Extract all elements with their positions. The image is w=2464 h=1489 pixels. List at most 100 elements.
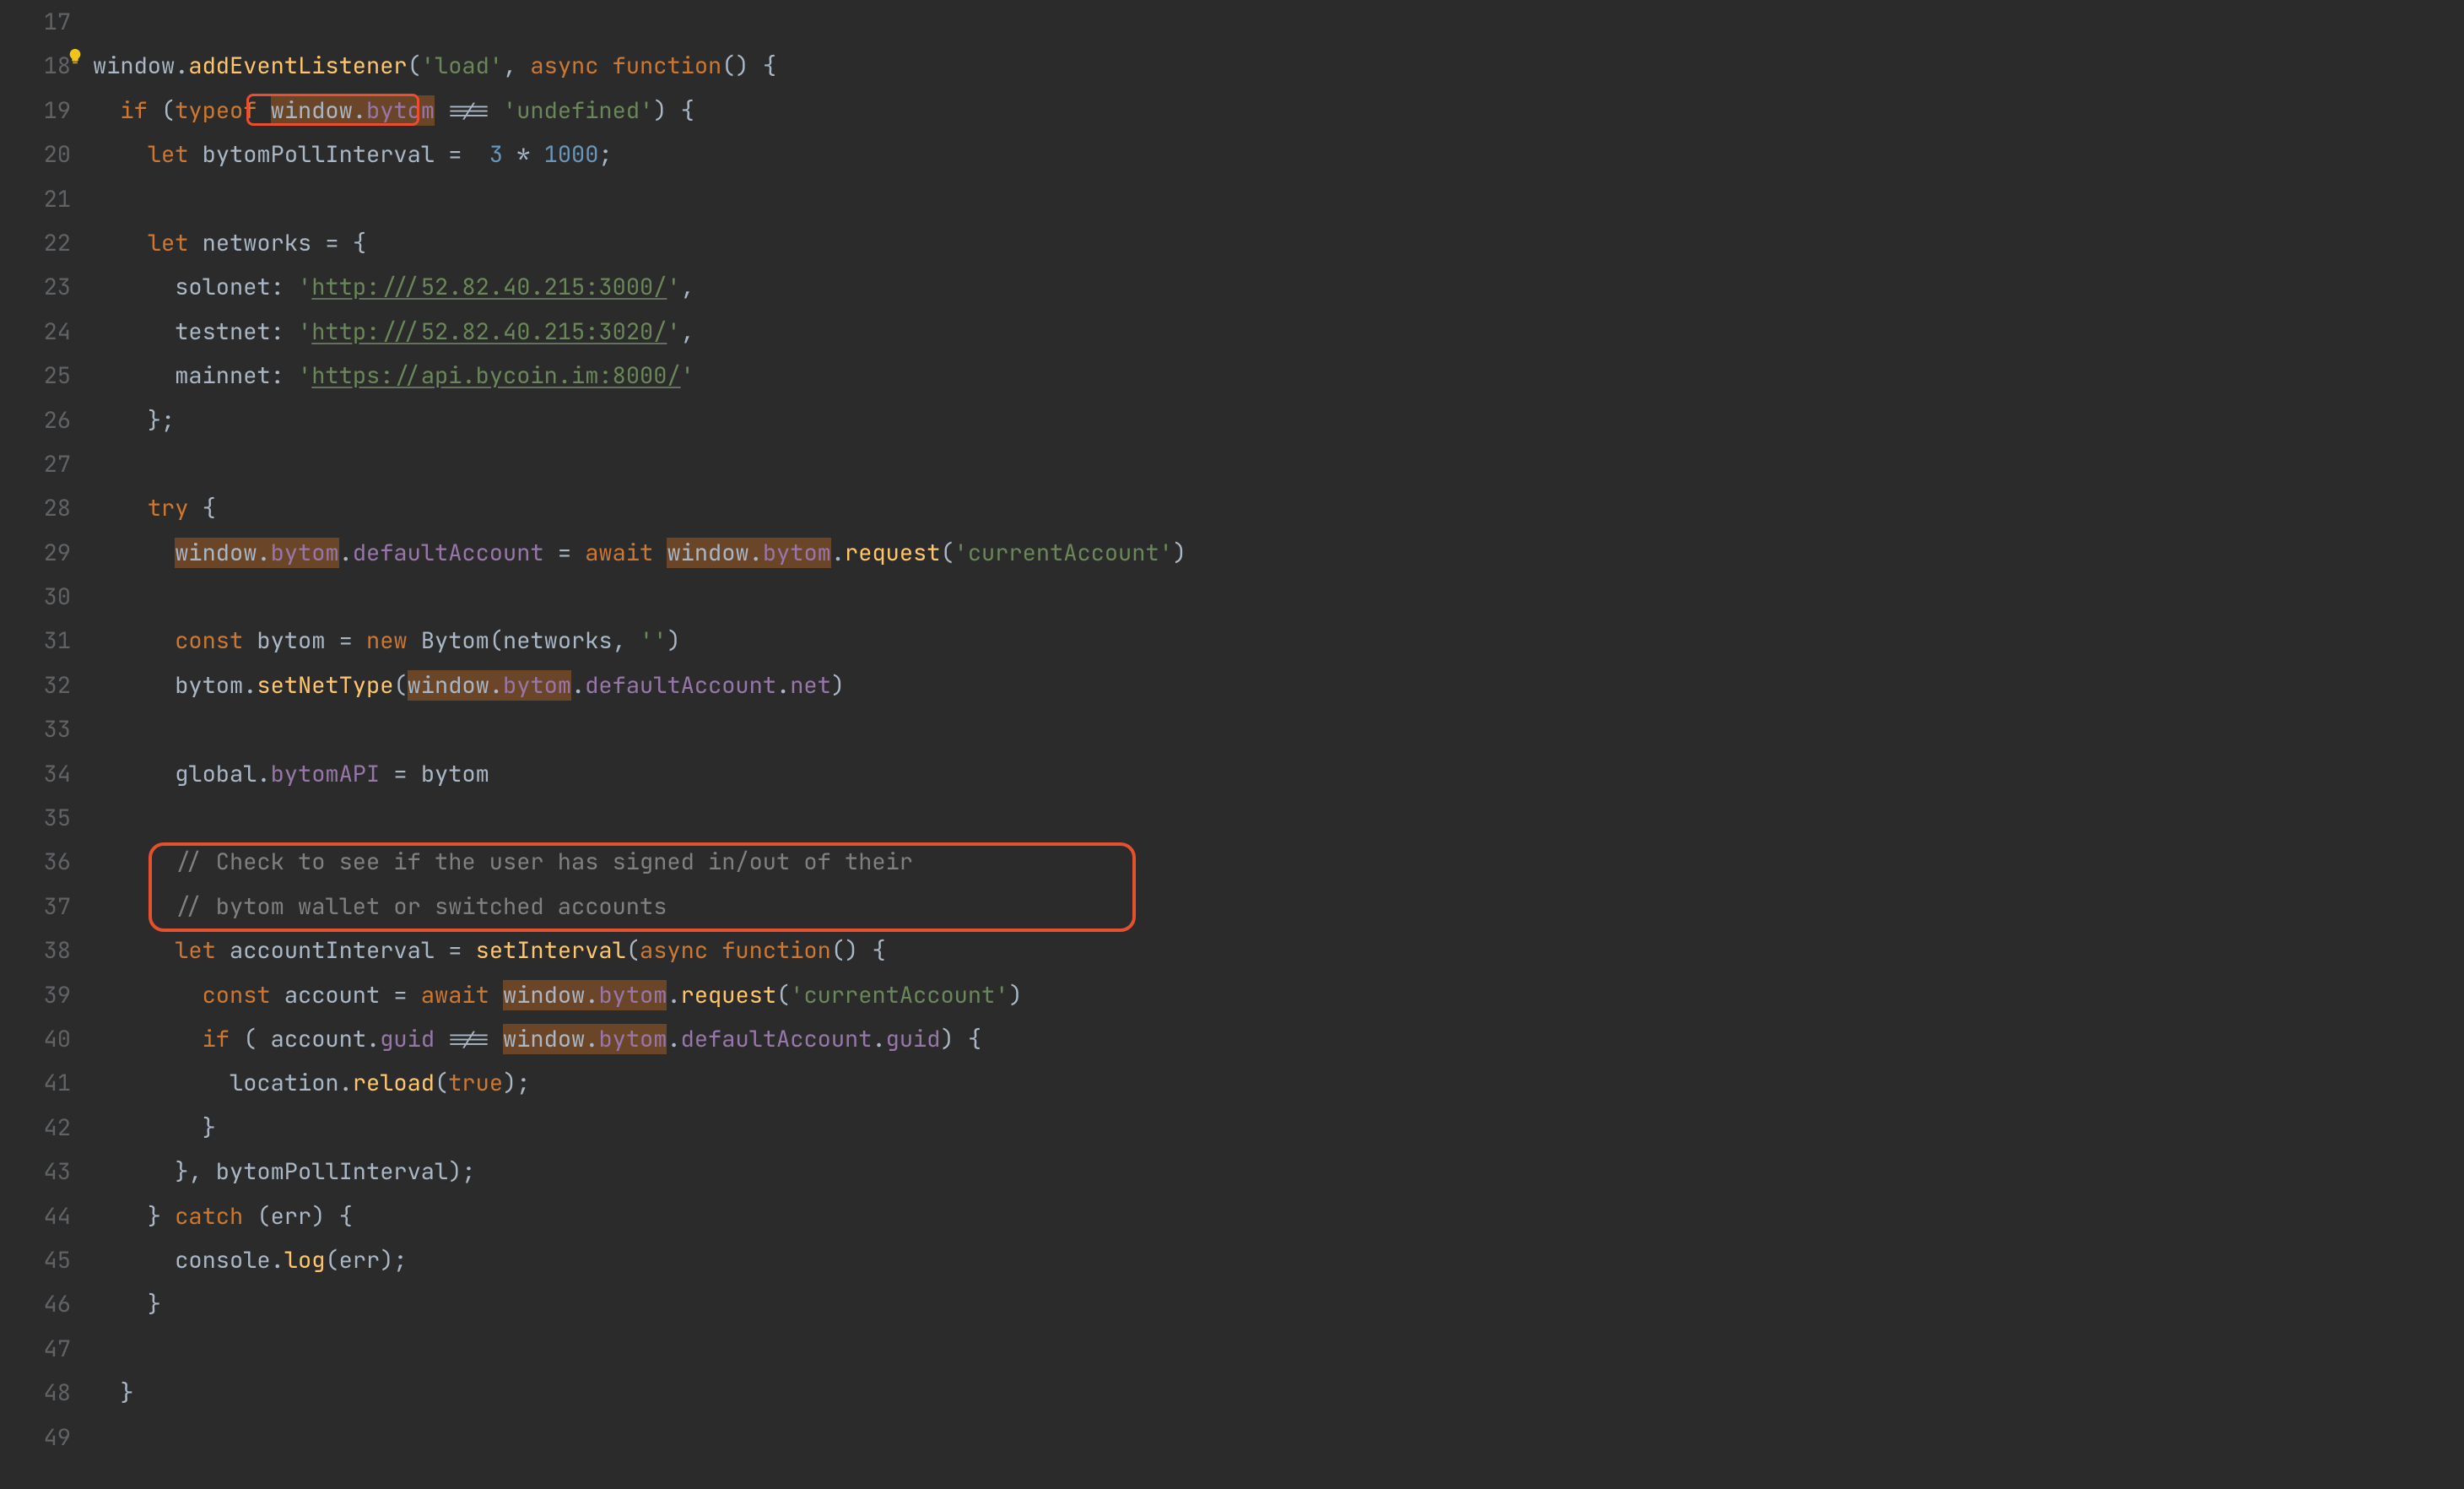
code-token: location [230,1068,339,1098]
code-token: let [148,139,203,170]
line-number: 40 [0,1017,71,1061]
code-token: ( [161,95,175,126]
code-line[interactable]: // Check to see if the user has signed i… [93,840,2464,884]
code-line[interactable] [93,575,2464,619]
code-token: http:///52.82.40.215:3000/ [311,272,667,302]
code-token: bytom [763,538,831,568]
code-line[interactable]: const bytom = new Bytom(networks, '') [93,619,2464,663]
code-token: account [284,980,380,1010]
code-token: . [667,980,680,1010]
code-token [93,95,120,126]
code-line[interactable] [93,796,2464,840]
line-number: 36 [0,840,71,884]
code-line[interactable]: } [93,1106,2464,1150]
code-token: async [530,51,612,81]
code-line[interactable]: const account = await window.bytom.reque… [93,973,2464,1017]
code-token: . [585,1024,598,1054]
line-number: 20 [0,133,71,176]
code-token: bytomAPI [271,759,381,789]
code-token: ( account. [243,1024,380,1054]
code-line[interactable]: bytom.setNetType(window.bytom.defaultAcc… [93,663,2464,707]
code-line[interactable] [93,442,2464,486]
code-line[interactable]: console.log(err); [93,1238,2464,1282]
code-token: function [721,935,831,966]
code-token: 1000 [544,139,599,170]
code-token: networks [203,228,312,258]
code-token: . [667,1024,680,1054]
code-token: ( [940,538,954,568]
code-line[interactable]: let bytomPollInterval = 3 * 1000; [93,133,2464,176]
code-token: window [271,95,353,126]
code-line[interactable]: window.bytom.defaultAccount = await wind… [93,531,2464,575]
code-token: . [831,538,845,568]
code-token: () { [721,51,776,81]
line-number: 25 [0,354,71,398]
code-token: ( [393,670,407,701]
code-token [93,935,175,966]
code-token: . [749,538,763,568]
code-token: const [175,625,257,656]
code-token: * [503,139,544,170]
code-line[interactable]: if ( account.guid !== window.bytom.defau… [93,1017,2464,1061]
code-token: typeof [175,95,270,126]
code-line[interactable] [93,707,2464,751]
code-line[interactable]: } catch (err) { [93,1194,2464,1238]
line-number: 26 [0,398,71,442]
code-line[interactable]: window.addEventListener('load', async fu… [93,44,2464,88]
code-line[interactable]: global.bytomAPI = bytom [93,752,2464,796]
code-token: = [435,139,489,170]
code-line[interactable]: try { [93,486,2464,530]
line-number: 34 [0,752,71,796]
code-token: console [175,1245,270,1275]
code-token [93,493,148,523]
code-token: bytom [271,538,339,568]
code-line[interactable]: } [93,1371,2464,1415]
code-token: = { [311,228,366,258]
code-token: (networks, [489,625,640,656]
code-editor[interactable]: 1718192021222324252627282930313233343536… [0,0,2464,1489]
code-token: function [613,51,722,81]
code-token: bytom [598,980,667,1010]
code-token: . [489,670,503,701]
code-line[interactable] [93,177,2464,221]
code-line[interactable]: solonet: 'http:///52.82.40.215:3000/', [93,265,2464,309]
code-token: 'currentAccount' [790,980,1008,1010]
code-token: reload [353,1068,435,1098]
code-token [93,1068,230,1098]
code-token: = [380,980,421,1010]
code-line[interactable] [93,0,2464,44]
code-line[interactable]: mainnet: 'https://api.bycoin.im:8000/' [93,354,2464,398]
code-token: , [681,272,694,302]
line-number: 45 [0,1238,71,1282]
code-line[interactable]: }, bytomPollInterval); [93,1150,2464,1194]
code-token: bytomPollInterval [203,139,435,170]
code-token: . [571,670,585,701]
code-line[interactable]: }; [93,398,2464,442]
code-line[interactable]: location.reload(true); [93,1061,2464,1105]
code-token: = bytom [380,759,489,789]
code-line[interactable]: let networks = { [93,221,2464,265]
code-token: ) [1173,538,1186,568]
code-token [93,317,175,347]
code-line[interactable] [93,1416,2464,1459]
code-token: ( [408,51,421,81]
code-token: ; [598,139,612,170]
code-line[interactable]: } [93,1282,2464,1326]
code-token: !== [435,1024,503,1054]
code-area[interactable]: window.addEventListener('load', async fu… [84,0,2464,1489]
code-token: // bytom wallet or switched accounts [175,891,667,922]
code-token: net [790,670,831,701]
code-token: . [353,95,366,126]
code-line[interactable]: let accountInterval = setInterval(async … [93,929,2464,972]
code-token: window [175,538,257,568]
code-token: !== [435,95,503,126]
code-line[interactable]: // bytom wallet or switched accounts [93,885,2464,929]
code-token: bytom [175,670,243,701]
code-token: . [257,759,270,789]
code-line[interactable]: testnet: 'http:///52.82.40.215:3020/', [93,310,2464,354]
code-token: defaultAccount [681,1024,873,1054]
code-token: '' [640,625,667,656]
code-line[interactable]: if (typeof window.bytom !== 'undefined')… [93,89,2464,133]
code-token: request [681,980,776,1010]
code-line[interactable] [93,1327,2464,1371]
